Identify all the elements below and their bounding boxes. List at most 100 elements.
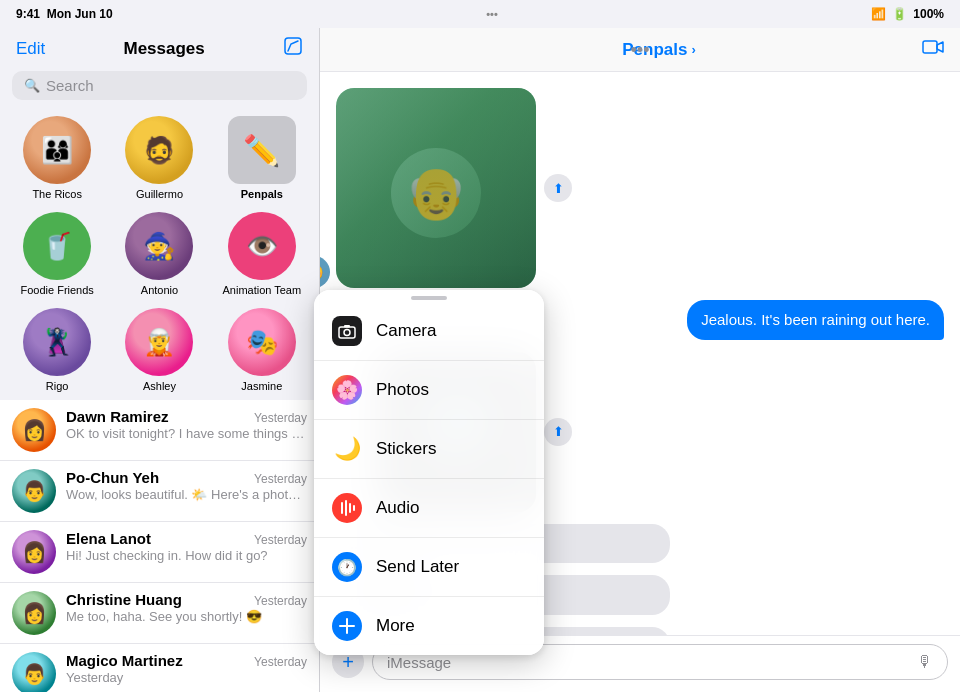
compose-button[interactable] [283,36,303,61]
status-dots: ••• [486,8,498,20]
avatar-item-rigo[interactable]: 🦹 Rigo [8,304,106,396]
conversation-list: 👩 Dawn Ramirez Yesterday OK to visit ton… [0,400,319,692]
photo-placeholder: 👴 [336,88,536,288]
avatar-foodie: 🥤 [23,212,91,280]
status-indicators: 📶 🔋 100% [871,7,944,21]
convo-time-poch: Yesterday [254,472,307,486]
avatar-item-foodie[interactable]: 🥤 Foodie Friends [8,208,106,300]
avatar-rigo: 🦹 [23,308,91,376]
video-call-button[interactable] [922,38,944,61]
svg-rect-5 [341,502,343,514]
svg-rect-7 [349,503,351,513]
battery-icon: 🔋 [892,7,907,21]
sidebar: Edit Messages 🔍 Search 👨‍👩‍👦 The Ricos 🧔… [0,28,320,692]
avatar-label-guillermo: Guillermo [136,188,183,200]
avatar-item-jasmine[interactable]: 🎭 Jasmine [213,304,311,396]
share-photo-button[interactable]: ⬆ [544,174,572,202]
popup-label-stickers: Stickers [376,439,436,459]
avatar-item-ashley[interactable]: 🧝 Ashley [110,304,208,396]
avatar-label-jasmine: Jasmine [241,380,282,392]
convo-time-elena: Yesterday [254,533,307,547]
convo-time-christine: Yesterday [254,594,307,608]
convo-item-elena[interactable]: 👩 Elena Lanot Yesterday Hi! Just checkin… [0,522,319,583]
convo-preview-christine: Me too, haha. See you shortly! 😎 [66,609,307,624]
avatar-grid: 👨‍👩‍👦 The Ricos 🧔 Guillermo ✏️ Penpals 🥤… [0,108,319,400]
convo-content-christine: Christine Huang Yesterday Me too, haha. … [66,591,307,624]
avatar-penpals: ✏️ [228,116,296,184]
avatar-item-penpals[interactable]: ✏️ Penpals [213,112,311,204]
stickers-icon: 🌙 [332,434,362,464]
video-icon [922,38,944,56]
avatar-label-penpals: Penpals [241,188,283,200]
popup-label-camera: Camera [376,321,436,341]
mic-button[interactable]: 🎙 [917,653,933,671]
convo-content-elena: Elena Lanot Yesterday Hi! Just checking … [66,530,307,563]
convo-name-poch: Po-Chun Yeh [66,469,159,486]
svg-rect-6 [345,500,347,516]
popup-item-stickers[interactable]: 🌙 Stickers [314,420,544,479]
popup-item-more[interactable]: More [314,597,544,655]
convo-avatar-magico: 👨 [12,652,56,692]
convo-preview-poch: Wow, looks beautiful. 🌤️ Here's a photo … [66,487,307,502]
convo-name-magico: Magico Martinez [66,652,183,669]
convo-item-magico[interactable]: 👨 Magico Martinez Yesterday Yesterday [0,644,319,692]
avatar-item-ricos[interactable]: 👨‍👩‍👦 The Ricos [8,112,106,204]
convo-name-dawn: Dawn Ramirez [66,408,169,425]
convo-avatar-elena: 👩 [12,530,56,574]
popup-item-send-later[interactable]: 🕐 Send Later [314,538,544,597]
msg-bubble-right-jealous: Jealous. It's been raining out here. [687,300,944,340]
sidebar-title: Messages [124,39,205,59]
avatar-label-foodie: Foodie Friends [20,284,93,296]
convo-preview-magico: Yesterday [66,670,307,685]
convo-item-dawn[interactable]: 👩 Dawn Ramirez Yesterday OK to visit ton… [0,400,319,461]
convo-time-magico: Yesterday [254,655,307,669]
avatar-ricos: 👨‍👩‍👦 [23,116,91,184]
chat-header: ••• Penpals › [320,28,960,72]
avatar-item-antonio[interactable]: 🧙 Antonio [110,208,208,300]
svg-rect-1 [923,41,937,53]
status-bar: 9:41 Mon Jun 10 ••• 📶 🔋 100% [0,0,960,28]
svg-rect-2 [339,327,355,338]
photos-icon: 🌸 [332,375,362,405]
compose-icon [283,36,303,56]
edit-button[interactable]: Edit [16,39,45,59]
avatar-label-antonio: Antonio [141,284,178,296]
convo-item-poch[interactable]: 👨 Po-Chun Yeh Yesterday Wow, looks beaut… [0,461,319,522]
msg-photo-left: 😊 👴 ⬆ [336,88,536,288]
convo-preview-elena: Hi! Just checking in. How did it go? [66,548,307,563]
popup-label-send-later: Send Later [376,557,459,577]
popup-item-audio[interactable]: Audio [314,479,544,538]
dots-button[interactable]: ••• [631,28,650,72]
sidebar-header: Edit Messages [0,28,319,65]
convo-time-dawn: Yesterday [254,411,307,425]
convo-content-dawn: Dawn Ramirez Yesterday OK to visit tonig… [66,408,307,441]
status-time: 9:41 Mon Jun 10 [16,7,113,21]
avatar-item-animation[interactable]: 👁️ Animation Team [213,208,311,300]
svg-rect-0 [285,38,301,54]
popup-item-photos[interactable]: 🌸 Photos [314,361,544,420]
convo-name-elena: Elena Lanot [66,530,151,547]
chevron-right-icon: › [691,42,695,57]
more-icon [332,611,362,641]
audio-icon [332,493,362,523]
search-placeholder: Search [46,77,94,94]
convo-content-magico: Magico Martinez Yesterday Yesterday [66,652,307,685]
convo-item-christine[interactable]: 👩 Christine Huang Yesterday Me too, haha… [0,583,319,644]
avatar-label-rigo: Rigo [46,380,69,392]
avatar-guillermo: 🧔 [125,116,193,184]
share-second-button[interactable]: ⬆ [544,418,572,446]
avatar-animation: 👁️ [228,212,296,280]
convo-avatar-dawn: 👩 [12,408,56,452]
camera-icon [332,316,362,346]
avatar-jasmine: 🎭 [228,308,296,376]
battery-percent: 100% [913,7,944,21]
avatar-antonio: 🧙 [125,212,193,280]
send-later-icon: 🕐 [332,552,362,582]
popup-label-audio: Audio [376,498,419,518]
search-bar[interactable]: 🔍 Search [12,71,307,100]
convo-content-poch: Po-Chun Yeh Yesterday Wow, looks beautif… [66,469,307,502]
avatar-label-ashley: Ashley [143,380,176,392]
convo-avatar-poch: 👨 [12,469,56,513]
popup-item-camera[interactable]: Camera [314,302,544,361]
avatar-item-guillermo[interactable]: 🧔 Guillermo [110,112,208,204]
